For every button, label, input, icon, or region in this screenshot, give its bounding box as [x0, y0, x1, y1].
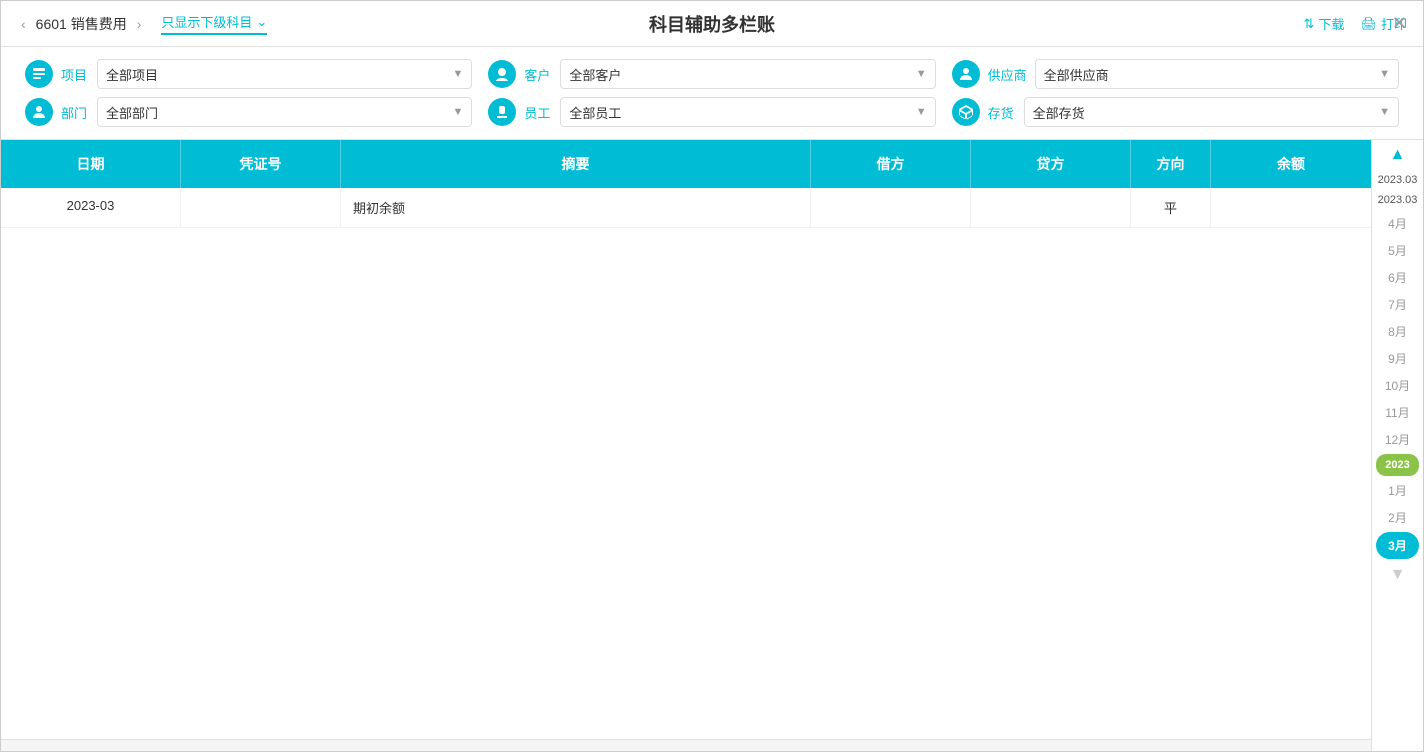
right-month-panel: ▲ 2023.03 2023.03 4月 5月 6月 7月 8月 9月 10月 … [1371, 140, 1423, 751]
main-window: ‹ 6601 销售费用 › 只显示下级科目 ⌄ 科目辅助多栏账 ⇅ 下载 🖨 打… [0, 0, 1424, 752]
next-arrow[interactable]: › [133, 14, 146, 34]
employee-label: 员工 [524, 103, 552, 122]
cell-date: 2023-03 [1, 188, 181, 227]
download-label: 下载 [1318, 14, 1344, 33]
filter-employee: 员工 全部员工 ▼ [480, 93, 943, 131]
customer-value: 全部客户 [569, 65, 621, 84]
customer-label: 客户 [524, 65, 552, 84]
close-button[interactable]: ✕ [1392, 13, 1407, 34]
cell-voucher [181, 188, 341, 227]
department-label: 部门 [61, 103, 89, 122]
panel-up-arrow[interactable]: ▲ [1372, 140, 1423, 170]
customer-icon [488, 60, 516, 88]
supplier-label: 供应商 [988, 65, 1027, 84]
supplier-value: 全部供应商 [1044, 65, 1109, 84]
customer-arrow: ▼ [916, 68, 927, 80]
filter-project: 项目 全部项目 ▼ [17, 55, 480, 93]
cell-summary: 期初余额 [341, 188, 811, 227]
supplier-icon [952, 60, 980, 88]
inventory-value: 全部存货 [1033, 103, 1085, 122]
filter-department: 部门 全部部门 ▼ [17, 93, 480, 131]
department-value: 全部部门 [106, 103, 158, 122]
month-6[interactable]: 6月 [1372, 264, 1423, 291]
inventory-icon [952, 98, 980, 126]
month-10[interactable]: 10月 [1372, 372, 1423, 399]
content-area: 日期 凭证号 摘要 借方 贷方 方向 余额 2023-03 期初余额 平 [1, 140, 1423, 751]
month-5[interactable]: 5月 [1372, 237, 1423, 264]
account-code: 6601 销售费用 [36, 14, 127, 34]
main-table: 日期 凭证号 摘要 借方 贷方 方向 余额 2023-03 期初余额 平 [1, 140, 1371, 751]
col-date: 日期 [1, 140, 181, 188]
project-icon [25, 60, 53, 88]
department-icon [25, 98, 53, 126]
col-balance: 余额 [1211, 140, 1371, 188]
department-select[interactable]: 全部部门 ▼ [97, 97, 472, 127]
filter-customer: 客户 全部客户 ▼ [480, 55, 943, 93]
project-value: 全部项目 [106, 65, 158, 84]
table-body: 2023-03 期初余额 平 [1, 188, 1371, 739]
employee-icon [488, 98, 516, 126]
download-icon: ⇅ [1304, 16, 1315, 32]
col-debit: 借方 [811, 140, 971, 188]
employee-select[interactable]: 全部员工 ▼ [560, 97, 935, 127]
download-button[interactable]: ⇅ 下载 [1304, 14, 1345, 33]
month-1[interactable]: 1月 [1372, 477, 1423, 504]
prev-arrow[interactable]: ‹ [17, 14, 30, 34]
print-icon: 🖨 [1360, 16, 1377, 32]
month-9[interactable]: 9月 [1372, 345, 1423, 372]
cell-balance [1211, 188, 1371, 227]
panel-label-top1: 2023.03 [1372, 170, 1423, 190]
project-select[interactable]: 全部项目 ▼ [97, 59, 472, 89]
employee-value: 全部员工 [569, 103, 621, 122]
month-3-active[interactable]: 3月 [1376, 532, 1419, 559]
filter-supplier: 供应商 全部供应商 ▼ [944, 55, 1407, 93]
panel-down-arrow[interactable]: ▼ [1372, 560, 1423, 590]
project-arrow: ▼ [452, 68, 463, 80]
title-bar-right: ⇅ 下载 🖨 打印 ✕ [1304, 14, 1407, 33]
col-credit: 贷方 [971, 140, 1131, 188]
month-7[interactable]: 7月 [1372, 291, 1423, 318]
page-title: 科目辅助多栏账 [649, 11, 775, 37]
horizontal-scrollbar[interactable] [1, 739, 1371, 751]
panel-label-top2: 2023.03 [1372, 190, 1423, 210]
cell-credit [971, 188, 1131, 227]
customer-select[interactable]: 全部客户 ▼ [560, 59, 935, 89]
title-bar: ‹ 6601 销售费用 › 只显示下级科目 ⌄ 科目辅助多栏账 ⇅ 下载 🖨 打… [1, 1, 1423, 47]
table-row: 2023-03 期初余额 平 [1, 188, 1371, 228]
month-12[interactable]: 12月 [1372, 426, 1423, 453]
month-2[interactable]: 2月 [1372, 504, 1423, 531]
month-8[interactable]: 8月 [1372, 318, 1423, 345]
cell-direction: 平 [1131, 188, 1211, 227]
month-4[interactable]: 4月 [1372, 210, 1423, 237]
inventory-arrow: ▼ [1379, 106, 1390, 118]
year-2023[interactable]: 2023 [1376, 454, 1419, 476]
supplier-select[interactable]: 全部供应商 ▼ [1035, 59, 1399, 89]
inventory-select[interactable]: 全部存货 ▼ [1024, 97, 1399, 127]
col-direction: 方向 [1131, 140, 1211, 188]
show-sub-label: 只显示下级科目 [161, 12, 252, 31]
title-bar-left: ‹ 6601 销售费用 › 只显示下级科目 ⌄ [17, 12, 267, 35]
employee-arrow: ▼ [916, 106, 927, 118]
inventory-label: 存货 [988, 103, 1016, 122]
department-arrow: ▼ [452, 106, 463, 118]
table-header: 日期 凭证号 摘要 借方 贷方 方向 余额 [1, 140, 1371, 188]
filter-panel: 项目 全部项目 ▼ 客户 全部客户 ▼ [1, 47, 1423, 140]
col-summary: 摘要 [341, 140, 811, 188]
month-11[interactable]: 11月 [1372, 399, 1423, 426]
supplier-arrow: ▼ [1379, 68, 1390, 80]
show-sub-toggle[interactable]: 只显示下级科目 ⌄ [161, 12, 267, 35]
cell-debit [811, 188, 971, 227]
filter-inventory: 存货 全部存货 ▼ [944, 93, 1407, 131]
project-label: 项目 [61, 65, 89, 84]
show-sub-chevron: ⌄ [256, 14, 267, 30]
col-voucher: 凭证号 [181, 140, 341, 188]
